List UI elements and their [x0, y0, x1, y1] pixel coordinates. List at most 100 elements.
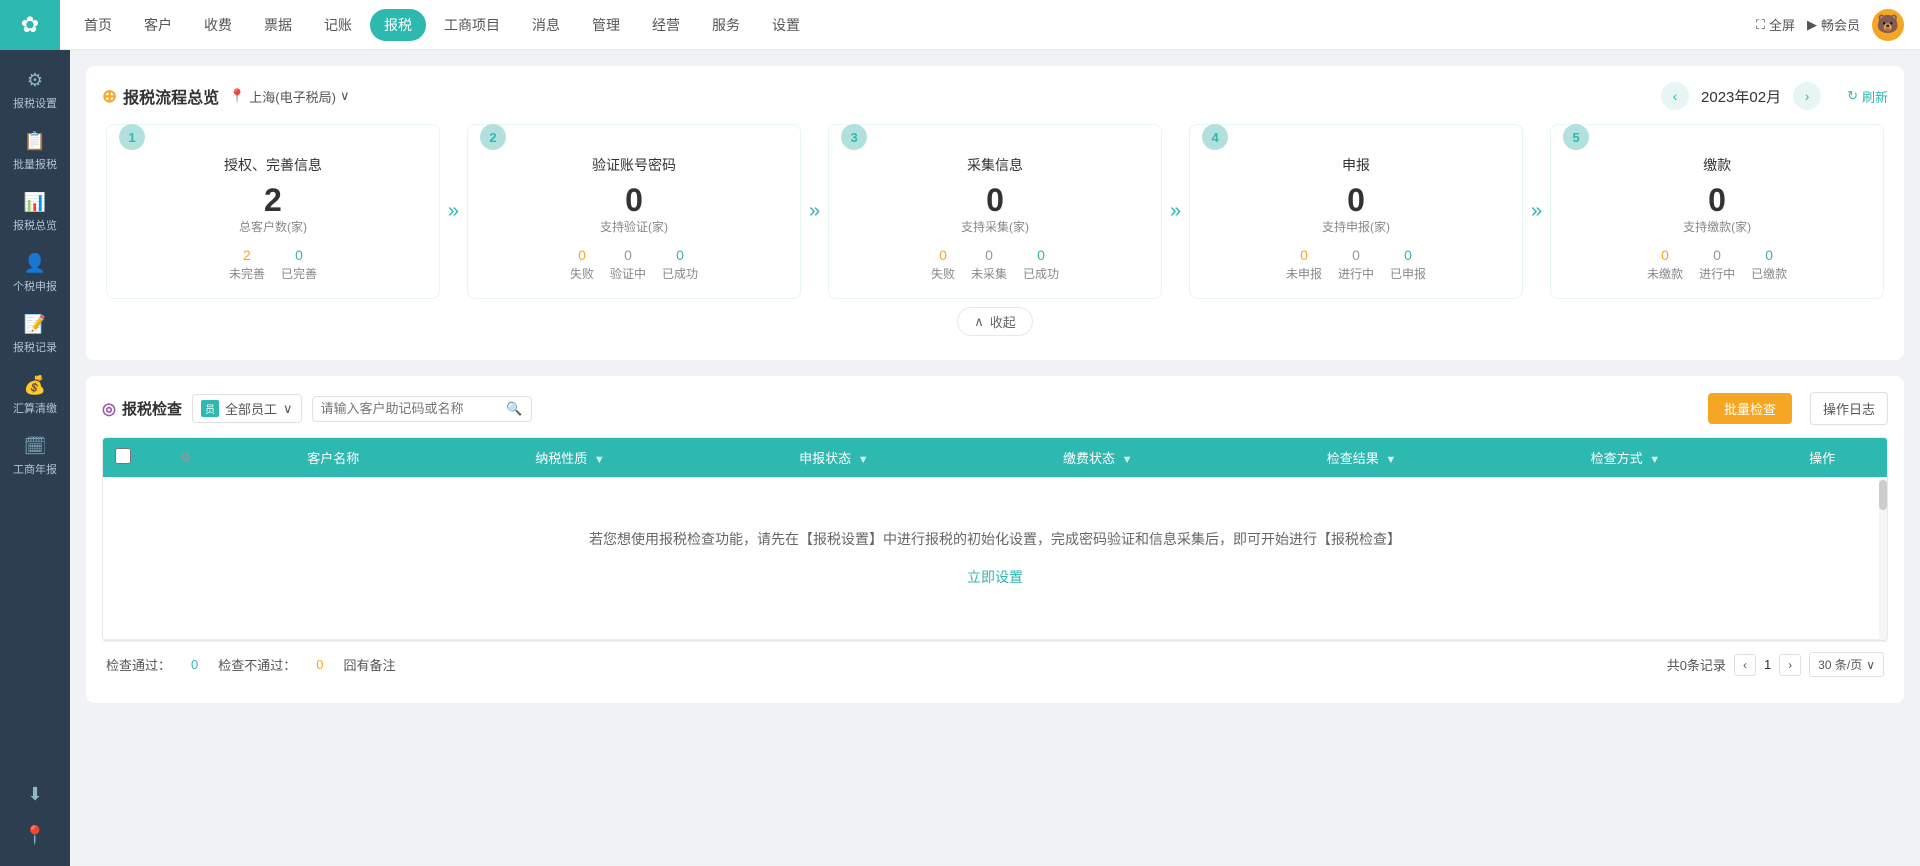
step-title-3: 采集信息	[967, 155, 1023, 175]
per-page-select[interactable]: 30 条/页 ∨	[1809, 652, 1884, 677]
nav-settings[interactable]: 设置	[758, 9, 814, 41]
personal-tax-icon: 👤	[24, 253, 46, 274]
nav-home[interactable]: 首页	[70, 9, 126, 41]
sidebar-item-personal-tax[interactable]: 👤 个税申报	[0, 243, 70, 304]
sidebar-item-location[interactable]: 📍	[20, 815, 50, 856]
annual-report-icon: 🗓	[24, 436, 47, 457]
check-pass-value[interactable]: 0	[191, 657, 198, 672]
page-current: 1	[1764, 657, 1771, 672]
check-fail-value[interactable]: 0	[316, 657, 323, 672]
search-icon[interactable]: 🔍	[506, 401, 522, 417]
vip-label: 畅会员	[1821, 15, 1860, 34]
flow-steps: 1 授权、完善信息 2 总客户数(家) 2 未完善 0 已完善	[102, 124, 1888, 299]
nav-customer[interactable]: 客户	[130, 9, 186, 41]
scrollbar-thumb[interactable]	[1879, 480, 1887, 510]
filter-icon-4[interactable]: ▼	[1385, 454, 1396, 466]
stat-2-0: 0 失败	[570, 247, 594, 282]
download-icon: ⬇	[27, 784, 42, 805]
setup-link[interactable]: 立即设置	[967, 569, 1023, 585]
col-declare-label: 申报状态	[799, 451, 851, 466]
stat-4-0: 0 未申报	[1286, 247, 1322, 282]
fullscreen-button[interactable]: ⛶ 全屏	[1756, 15, 1795, 34]
filter-icon-3[interactable]: ▼	[1122, 454, 1133, 466]
stat-value-3-2: 0	[1037, 247, 1045, 263]
search-bar[interactable]: 🔍	[312, 396, 532, 422]
search-input[interactable]	[321, 401, 501, 416]
table-footer: 检查通过： 0 检查不通过： 0 囧有备注 共0条记录 ‹ 1 › 30 条/页…	[102, 641, 1888, 687]
nav-tax[interactable]: 报税	[370, 9, 426, 41]
sidebar: ⚙ 报税设置 📋 批量报税 📊 报税总览 👤 个税申报 📝 报税记录 💰 汇算清…	[0, 50, 70, 866]
employee-select[interactable]: 员 全部员工 ∨	[192, 394, 302, 423]
total-records: 共0条记录	[1667, 655, 1726, 674]
logo-icon: ✿	[21, 12, 39, 38]
nav-service[interactable]: 服务	[698, 9, 754, 41]
check-title-icon: ◎	[102, 399, 116, 419]
sidebar-item-annual-report[interactable]: 🗓 工商年报	[0, 426, 70, 487]
step-title-5: 缴款	[1703, 155, 1731, 175]
nav-bills[interactable]: 票据	[250, 9, 306, 41]
col-tax-type-label: 纳税性质	[535, 451, 587, 466]
sidebar-item-tax-settings[interactable]: ⚙ 报税设置	[0, 60, 70, 121]
avatar[interactable]: 🐻	[1872, 9, 1904, 41]
arrow-3: »	[1166, 124, 1185, 299]
flow-title-icon: ⊕	[102, 86, 117, 107]
nav-business[interactable]: 工商项目	[430, 9, 514, 41]
stat-value-3-0: 0	[939, 247, 947, 263]
sidebar-item-batch-tax[interactable]: 📋 批量报税	[0, 121, 70, 182]
step-stats-5: 0 未缴款 0 进行中 0 已缴款	[1647, 247, 1787, 282]
step-count-3: 0	[986, 183, 1004, 218]
sidebar-label-tax-records: 报税记录	[13, 339, 57, 355]
location-text: 上海(电子税局)	[249, 87, 336, 106]
check-fail-label: 检查不通过：	[218, 655, 296, 674]
step-number-5: 5	[1563, 124, 1589, 150]
stat-label-3-1: 未采集	[971, 265, 1007, 282]
employee-chevron-icon: ∨	[283, 401, 293, 417]
stat-value-5-2: 0	[1765, 247, 1773, 263]
sidebar-item-annual-clearance[interactable]: 💰 汇算清缴	[0, 365, 70, 426]
batch-check-button[interactable]: 批量检查	[1708, 393, 1792, 424]
select-all-checkbox[interactable]	[115, 448, 131, 464]
flow-title: ⊕ 报税流程总览	[102, 84, 219, 108]
sidebar-item-tax-overview[interactable]: 📊 报税总览	[0, 182, 70, 243]
stat-label-3-0: 失败	[931, 265, 955, 282]
stat-value-4-2: 0	[1404, 247, 1412, 263]
vip-button[interactable]: ▶ 畅会员	[1807, 15, 1860, 34]
sidebar-item-tax-records[interactable]: 📝 报税记录	[0, 304, 70, 365]
stat-value-3-1: 0	[985, 247, 993, 263]
refresh-button[interactable]: ↻ 刷新	[1847, 87, 1888, 106]
gear-icon[interactable]: ⚙	[180, 450, 192, 465]
collapse-button[interactable]: ∧ 收起	[957, 307, 1033, 336]
step-stats-2: 0 失败 0 验证中 0 已成功	[570, 247, 698, 282]
chevron-down-icon: ∨	[340, 88, 350, 104]
col-name-label: 客户名称	[307, 451, 359, 466]
nav-accounting[interactable]: 记账	[310, 9, 366, 41]
filter-icon-2[interactable]: ▼	[858, 454, 869, 466]
step-title-2: 验证账号密码	[592, 155, 676, 175]
empty-text: 若您想使用报税检查功能，请先在【报税设置】中进行报税的初始化设置，完成密码验证和…	[131, 525, 1859, 553]
table-body: 若您想使用报税检查功能，请先在【报税设置】中进行报税的初始化设置，完成密码验证和…	[103, 477, 1887, 640]
arrow-1: »	[444, 124, 463, 299]
flow-step-4: 4 申报 0 支持申报(家) 0 未申报 0 进行中	[1189, 124, 1523, 299]
table-col-tax-type: 纳税性质 ▼	[438, 438, 702, 477]
filter-icon-1[interactable]: ▼	[594, 454, 605, 466]
content-area: ⊕ 报税流程总览 📍 上海(电子税局) ∨ ‹ 2023年02月 › ↻ 刷新	[70, 50, 1920, 866]
stat-label-1-0: 未完善	[229, 265, 265, 282]
next-page-button[interactable]: ›	[1779, 654, 1801, 676]
sidebar-item-download[interactable]: ⬇	[20, 774, 50, 815]
prev-month-button[interactable]: ‹	[1661, 82, 1689, 110]
nav-operation[interactable]: 经营	[638, 9, 694, 41]
stat-5-2: 0 已缴款	[1751, 247, 1787, 282]
scrollbar-track[interactable]	[1879, 478, 1887, 640]
nav-fees[interactable]: 收费	[190, 9, 246, 41]
stat-3-2: 0 已成功	[1023, 247, 1059, 282]
prev-page-button[interactable]: ‹	[1734, 654, 1756, 676]
per-page-chevron-icon: ∨	[1866, 658, 1875, 672]
per-page-label: 30 条/页	[1818, 656, 1862, 673]
location-badge[interactable]: 📍 上海(电子税局) ∨	[229, 87, 349, 106]
stat-5-0: 0 未缴款	[1647, 247, 1683, 282]
nav-manage[interactable]: 管理	[578, 9, 634, 41]
operation-log-button[interactable]: 操作日志	[1810, 392, 1888, 425]
filter-icon-5[interactable]: ▼	[1649, 454, 1660, 466]
nav-message[interactable]: 消息	[518, 9, 574, 41]
next-month-button[interactable]: ›	[1793, 82, 1821, 110]
